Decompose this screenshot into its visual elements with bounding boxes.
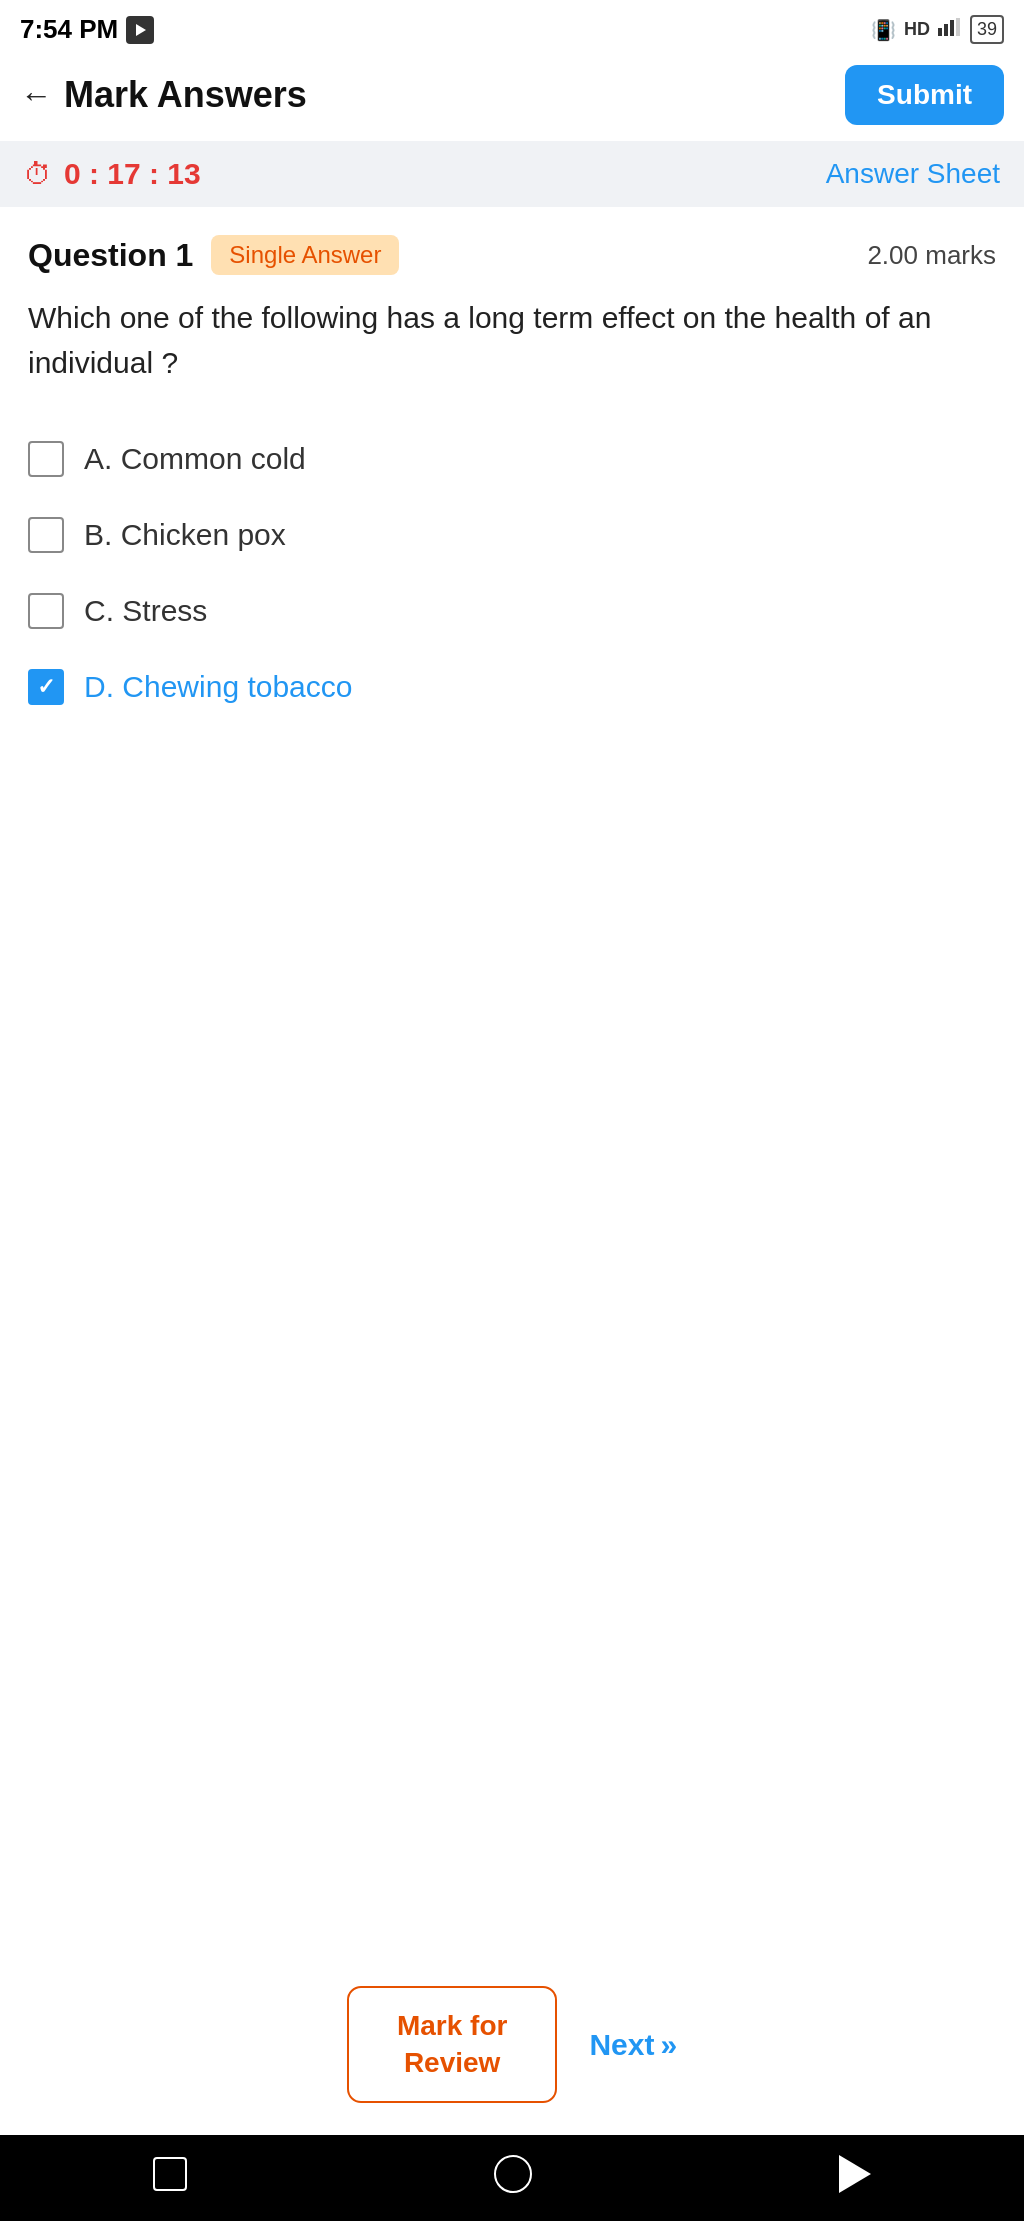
svg-rect-1: [938, 28, 942, 36]
nav-back-button[interactable]: [494, 2155, 532, 2193]
page-title: Mark Answers: [64, 74, 307, 116]
question-header-left: Question 1 Single Answer: [28, 235, 399, 275]
square-icon: [153, 2157, 187, 2191]
svg-rect-2: [944, 24, 948, 36]
signal-icon: [938, 18, 962, 41]
back-button[interactable]: ←: [20, 77, 52, 114]
circle-icon: [494, 2155, 532, 2193]
answer-sheet-link[interactable]: Answer Sheet: [826, 158, 1000, 190]
svg-rect-3: [950, 20, 954, 36]
options-list: A. Common cold B. Chicken pox C. Stress …: [28, 421, 996, 725]
status-right: 📳 HD 39: [871, 15, 1004, 44]
checkbox-a[interactable]: [28, 441, 64, 477]
next-button[interactable]: Next »: [589, 2028, 677, 2062]
option-a-text: A. Common cold: [84, 442, 306, 476]
nav-home-button[interactable]: [153, 2157, 187, 2191]
timer-left: ⏱ 0 : 17 : 13: [24, 157, 201, 191]
back-title-group: ← Mark Answers: [20, 74, 307, 116]
next-label: Next: [589, 2028, 654, 2062]
question-type-badge: Single Answer: [211, 235, 399, 275]
bottom-bar: Mark forReview Next »: [0, 1962, 1024, 2135]
submit-button[interactable]: Submit: [845, 65, 1004, 125]
checkbox-b[interactable]: [28, 517, 64, 553]
nav-bar: [0, 2135, 1024, 2221]
status-left: 7:54 PM: [20, 14, 154, 45]
svg-rect-4: [956, 18, 960, 36]
option-c[interactable]: C. Stress: [28, 573, 996, 649]
checkbox-d[interactable]: [28, 669, 64, 705]
battery-indicator: 39: [970, 15, 1004, 44]
triangle-icon: [839, 2155, 871, 2193]
status-bar: 7:54 PM 📳 HD 39: [0, 0, 1024, 53]
nav-recent-button[interactable]: [839, 2155, 871, 2193]
option-b-text: B. Chicken pox: [84, 518, 286, 552]
option-b[interactable]: B. Chicken pox: [28, 497, 996, 573]
play-icon: [126, 16, 154, 44]
phone-screen: 7:54 PM 📳 HD 39 ←: [0, 0, 1024, 2135]
option-c-text: C. Stress: [84, 594, 207, 628]
next-chevron-icon: »: [660, 2028, 677, 2062]
question-number: Question 1: [28, 237, 193, 274]
option-d[interactable]: D. Chewing tobacco: [28, 649, 996, 725]
timer-bar: ⏱ 0 : 17 : 13 Answer Sheet: [0, 141, 1024, 207]
checkbox-c[interactable]: [28, 593, 64, 629]
timer-display: 0 : 17 : 13: [64, 157, 201, 191]
vibrate-icon: 📳: [871, 18, 896, 42]
mark-for-review-button[interactable]: Mark forReview: [347, 1986, 557, 2103]
option-d-text: D. Chewing tobacco: [84, 670, 352, 704]
status-time: 7:54 PM: [20, 14, 118, 45]
question-text: Which one of the following has a long te…: [28, 295, 996, 385]
question-marks: 2.00 marks: [867, 240, 996, 271]
option-a[interactable]: A. Common cold: [28, 421, 996, 497]
clock-icon: ⏱: [24, 158, 52, 191]
question-header: Question 1 Single Answer 2.00 marks: [28, 235, 996, 275]
hd-icon: HD: [904, 19, 930, 40]
svg-marker-0: [136, 24, 146, 36]
top-bar: ← Mark Answers Submit: [0, 53, 1024, 141]
question-area: Question 1 Single Answer 2.00 marks Whic…: [0, 207, 1024, 1962]
